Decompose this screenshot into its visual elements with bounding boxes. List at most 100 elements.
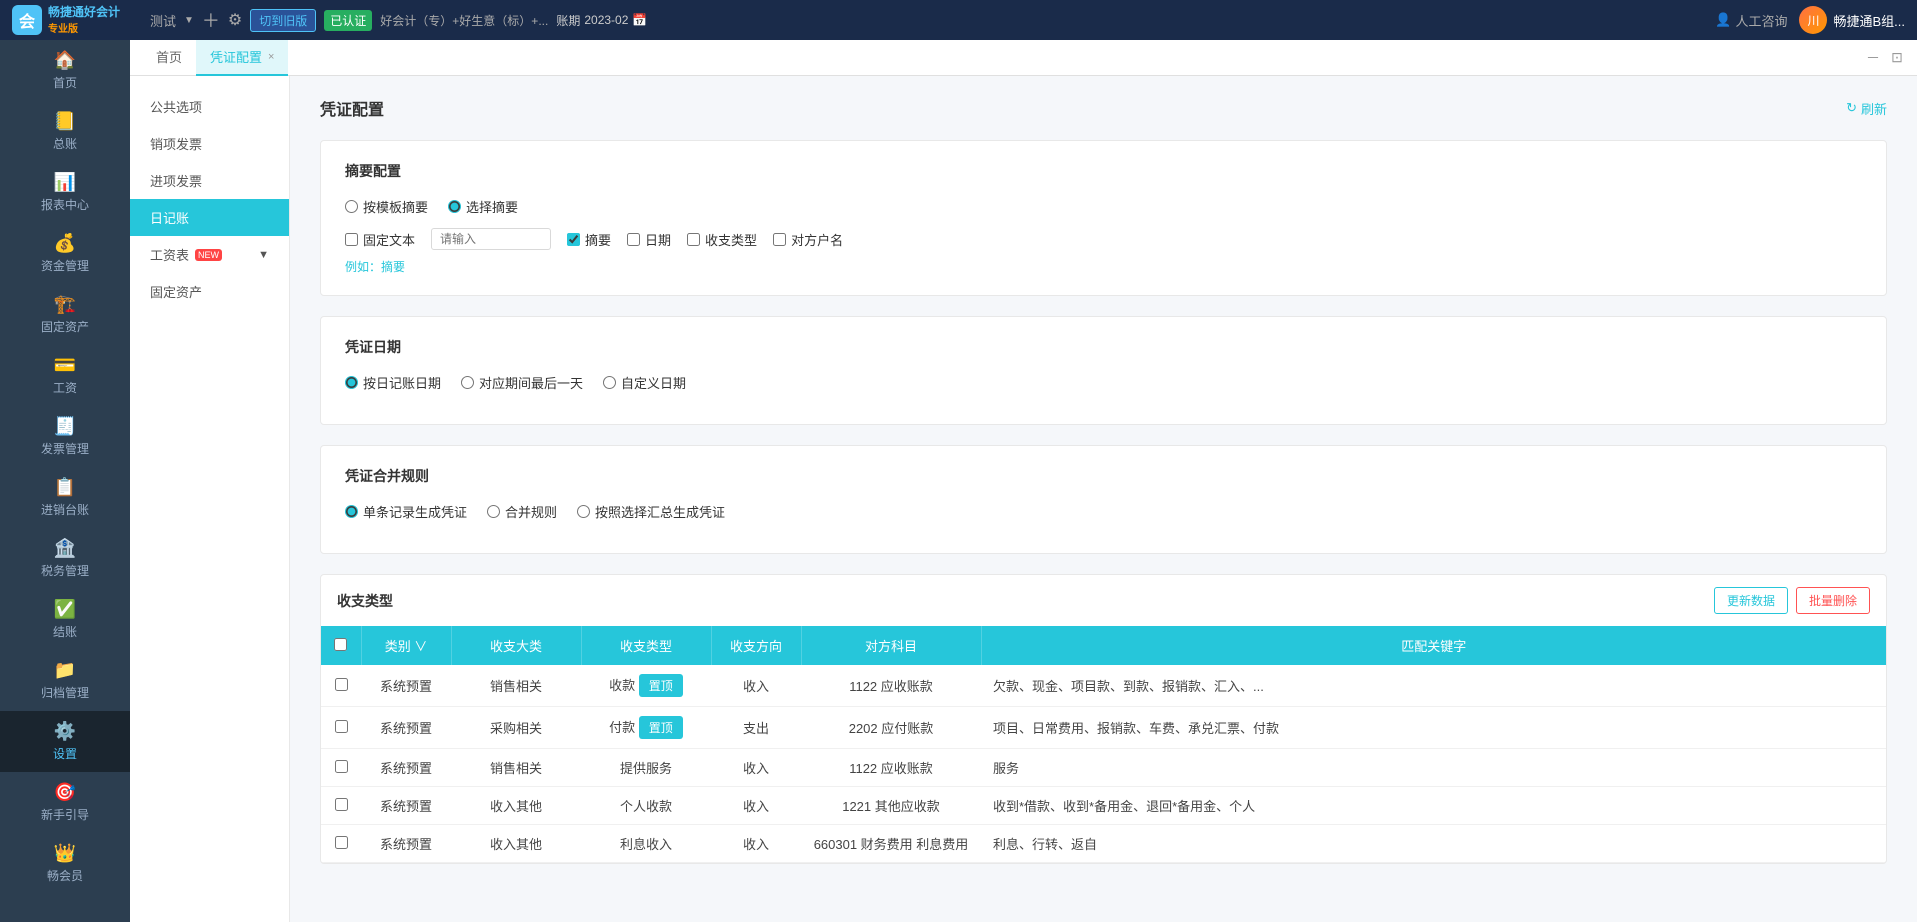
sidebar-label-assets: 固定资产 [41, 318, 89, 335]
refresh-button[interactable]: ↻ 刷新 [1846, 99, 1887, 118]
radio-merge-rule[interactable]: 合并规则 [487, 502, 557, 521]
sidebar-item-settings[interactable]: ⚙️ 设置 [0, 711, 130, 772]
sidebar-label-tax: 税务管理 [41, 562, 89, 579]
radio-summary-generate[interactable]: 按照选择汇总生成凭证 [577, 502, 725, 521]
nav-item-purchase-invoice[interactable]: 进项发票 [130, 162, 289, 199]
sidebar-item-salary[interactable]: 💳 工资 [0, 345, 130, 406]
row-subject: 1122 应收账款 [801, 749, 981, 787]
row-big-category: 销售相关 [451, 665, 581, 707]
tab-voucher-config[interactable]: 凭证配置 × [196, 40, 288, 76]
table-title: 收支类型 [337, 591, 393, 611]
row-checkbox[interactable] [335, 678, 348, 691]
radio-journal-date[interactable]: 按日记账日期 [345, 373, 441, 392]
sidebar-item-guide[interactable]: 🎯 新手引导 [0, 772, 130, 833]
summary-checkbox-row: 固定文本 摘要 日期 收支类型 [345, 228, 1862, 250]
table-row: 系统预置 采购相关 付款 置顶 支出 2202 应付账款 项目、日常费用、报销款… [321, 707, 1886, 749]
extra-info: 好会计（专）+好生意（标）+... [380, 12, 548, 29]
sidebar-item-assets[interactable]: 🏗️ 固定资产 [0, 284, 130, 345]
sidebar-item-ledger[interactable]: 📒 总账 [0, 101, 130, 162]
checkbox-summary[interactable]: 摘要 [567, 230, 611, 249]
expand-icon[interactable]: ▼ [258, 249, 269, 261]
assets-icon: 🏗️ [54, 294, 76, 315]
radio-custom-date[interactable]: 自定义日期 [603, 373, 686, 392]
refresh-icon: ↻ [1846, 100, 1857, 116]
sidebar-item-invoice[interactable]: 🧾 发票管理 [0, 406, 130, 467]
checkbox-counterparty[interactable]: 对方户名 [773, 230, 843, 249]
sidebar-item-stock[interactable]: 📋 进销台账 [0, 467, 130, 528]
row-keywords: 收到*借款、收到*备用金、退回*备用金、个人 [981, 787, 1886, 825]
radio-single-record[interactable]: 单条记录生成凭证 [345, 502, 467, 521]
minimize-button[interactable]: － [1865, 50, 1881, 66]
sidebar-label-guide: 新手引导 [41, 806, 89, 823]
row-checkbox[interactable] [335, 720, 348, 733]
row-checkbox[interactable] [335, 760, 348, 773]
radio-journal-date-label: 按日记账日期 [363, 373, 441, 392]
row-big-category: 销售相关 [451, 749, 581, 787]
nav-label-payroll: 工资表 [150, 245, 189, 264]
tabs-bar: 首页 凭证配置 × － ⊡ [130, 40, 1917, 76]
table-header-row: 收支类型 更新数据 批量删除 [321, 575, 1886, 626]
table-row: 系统预置 收入其他 个人收款 收入 1221 其他应收款 收到*借款、收到*备用… [321, 787, 1886, 825]
user-name: 畅捷通B组... [1833, 11, 1905, 30]
settings-icon[interactable]: ⚙ [228, 10, 242, 30]
fixed-text-input[interactable] [431, 228, 551, 250]
sidebar-item-tax[interactable]: 🏦 税务管理 [0, 528, 130, 589]
batch-delete-button[interactable]: 批量删除 [1796, 587, 1870, 614]
row-big-category: 收入其他 [451, 787, 581, 825]
nav-item-payroll[interactable]: 工资表 NEW ▼ [130, 236, 289, 273]
row-keywords: 欠款、现金、项目款、到款、报销款、汇入、... [981, 665, 1886, 707]
radio-select-summary[interactable]: 选择摘要 [448, 197, 518, 216]
row-checkbox[interactable] [335, 836, 348, 849]
row-keywords: 服务 [981, 749, 1886, 787]
sidebar-label-ledger: 总账 [53, 135, 77, 152]
switch-version-button[interactable]: 切到旧版 [250, 9, 316, 32]
sidebar-item-funds[interactable]: 💰 资金管理 [0, 223, 130, 284]
row-category: 系统预置 [361, 787, 451, 825]
sidebar-item-home[interactable]: 🏠 首页 [0, 40, 130, 101]
maximize-button[interactable]: ⊡ [1889, 50, 1905, 66]
th-category[interactable]: 类别 ∨ [361, 626, 451, 665]
add-icon[interactable]: ＋ [202, 7, 220, 33]
sidebar-item-member[interactable]: 👑 畅会员 [0, 833, 130, 894]
radio-template-summary[interactable]: 按模板摘要 [345, 197, 428, 216]
tab-close-icon[interactable]: × [268, 51, 274, 63]
right-content: 凭证配置 ↻ 刷新 摘要配置 按模板摘要 选择摘要 [290, 76, 1917, 922]
update-data-button[interactable]: 更新数据 [1714, 587, 1788, 614]
table-row: 系统预置 收入其他 利息收入 收入 660301 财务费用 利息费用 利息、行转… [321, 825, 1886, 863]
reset-button[interactable]: 置顶 [639, 674, 683, 697]
income-expense-section: 收支类型 更新数据 批量删除 类别 ∨ 收支大类 [320, 574, 1887, 864]
reset-button[interactable]: 置顶 [639, 716, 683, 739]
radio-template-label: 按模板摘要 [363, 197, 428, 216]
app-name: 畅捷通好会计 [48, 5, 120, 19]
tab-home[interactable]: 首页 [142, 40, 196, 76]
sidebar-item-close[interactable]: ✅ 结账 [0, 589, 130, 650]
th-checkbox [321, 626, 361, 665]
radio-last-day-label: 对应期间最后一天 [479, 373, 583, 392]
checkbox-summary-label: 摘要 [585, 230, 611, 249]
row-type: 收款 置顶 [581, 665, 711, 707]
nav-item-public[interactable]: 公共选项 [130, 88, 289, 125]
row-type: 利息收入 [581, 825, 711, 863]
nav-item-sales-invoice[interactable]: 销项发票 [130, 125, 289, 162]
page-title: 凭证配置 [320, 96, 384, 120]
checkbox-fixed-text[interactable]: 固定文本 [345, 230, 415, 249]
calendar-icon[interactable]: 📅 [632, 13, 647, 27]
company-dropdown-icon[interactable]: ▼ [184, 15, 194, 26]
nav-item-fixed-assets[interactable]: 固定资产 [130, 273, 289, 310]
radio-last-day[interactable]: 对应期间最后一天 [461, 373, 583, 392]
row-type: 个人收款 [581, 787, 711, 825]
row-checkbox[interactable] [335, 798, 348, 811]
nav-item-journal[interactable]: 日记账 [130, 199, 289, 236]
help-btn[interactable]: 👤 人工咨询 [1715, 11, 1787, 30]
sidebar-item-reports[interactable]: 📊 报表中心 [0, 162, 130, 223]
checkbox-date[interactable]: 日期 [627, 230, 671, 249]
select-all-checkbox[interactable] [334, 638, 347, 651]
row-category: 系统预置 [361, 749, 451, 787]
th-type: 收支类型 [581, 626, 711, 665]
sidebar-item-archive[interactable]: 📁 归档管理 [0, 650, 130, 711]
stock-icon: 📋 [54, 477, 76, 498]
income-expense-table: 类别 ∨ 收支大类 收支类型 收支方向 对方科目 匹配关键字 系统预置 销售相 [321, 626, 1886, 863]
user-menu[interactable]: 川 畅捷通B组... [1799, 6, 1905, 34]
checkbox-income-type[interactable]: 收支类型 [687, 230, 757, 249]
radio-merge-rule-label: 合并规则 [505, 502, 557, 521]
